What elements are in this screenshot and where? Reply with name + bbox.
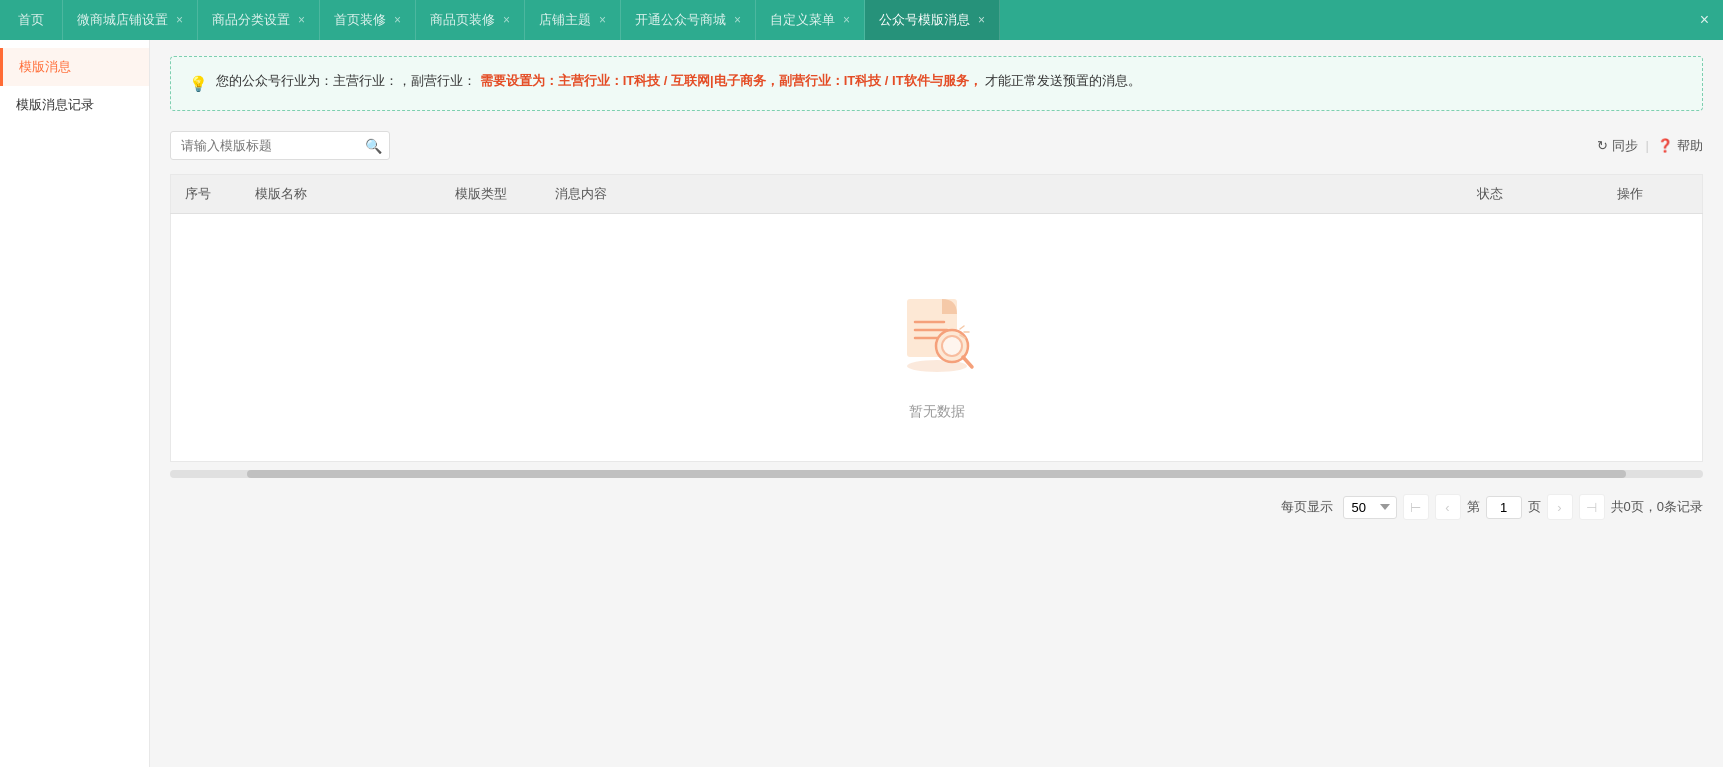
data-table: 序号 模版名称 模版类型 消息内容 状态 操作: [170, 174, 1703, 462]
col-header-index: 序号: [171, 175, 241, 214]
empty-icon-wrap: [171, 274, 1702, 387]
close-icon[interactable]: ×: [394, 13, 401, 27]
first-page-button[interactable]: ⊢: [1403, 494, 1429, 520]
sync-label: 同步: [1612, 137, 1638, 155]
alert-highlight: 需要设置为：主营行业：IT科技 / 互联网|电子商务，副营行业：IT科技 / I…: [480, 73, 982, 88]
help-icon: ❓: [1657, 138, 1673, 153]
close-icon[interactable]: ×: [978, 13, 985, 27]
nav-tab-category[interactable]: 商品分类设置 ×: [198, 0, 320, 40]
empty-text: 暂无数据: [171, 403, 1702, 421]
nav-tab-custom-menu-label: 自定义菜单: [770, 11, 835, 29]
col-header-name: 模版名称: [241, 175, 441, 214]
nav-tab-open-mall-label: 开通公众号商城: [635, 11, 726, 29]
nav-tab-theme[interactable]: 店铺主题 ×: [525, 0, 621, 40]
pagination-summary: 共0页，0条记录: [1611, 498, 1703, 516]
sync-button[interactable]: ↻ 同步: [1597, 137, 1638, 155]
page-number-input[interactable]: [1486, 496, 1522, 519]
nav-tab-custom-menu[interactable]: 自定义菜单 ×: [756, 0, 865, 40]
prev-page-button[interactable]: ‹: [1435, 494, 1461, 520]
table-header-row: 序号 模版名称 模版类型 消息内容 状态 操作: [171, 175, 1703, 214]
top-nav-bar: 首页 微商城店铺设置 × 商品分类设置 × 首页装修 × 商品页装修 × 店铺主…: [0, 0, 1723, 40]
empty-illustration: [882, 274, 992, 384]
sidebar-item-template-msg[interactable]: 模版消息: [0, 48, 149, 86]
nav-tab-home-decor[interactable]: 首页装修 ×: [320, 0, 416, 40]
help-label: 帮助: [1677, 137, 1703, 155]
col-header-type: 模版类型: [441, 175, 541, 214]
scrollbar-thumb[interactable]: [247, 470, 1627, 478]
svg-line-7: [960, 326, 964, 329]
horizontal-scrollbar[interactable]: [170, 470, 1703, 478]
main-layout: 模版消息 模版消息记录 💡 您的公众号行业为：主营行业：，副营行业： 需要设置为…: [0, 40, 1723, 767]
close-icon[interactable]: ×: [503, 13, 510, 27]
pagination-row: 每页显示 50 20 100 ⊢ ‹ 第 页 › ⊣ 共0页，0条记录: [170, 486, 1703, 528]
page-label: 第: [1467, 498, 1480, 516]
col-header-content: 消息内容: [541, 175, 1463, 214]
content-area: 💡 您的公众号行业为：主营行业：，副营行业： 需要设置为：主营行业：IT科技 /…: [150, 40, 1723, 767]
per-page-select[interactable]: 50 20 100: [1343, 496, 1397, 519]
search-icon[interactable]: 🔍: [365, 138, 382, 154]
sync-icon: ↻: [1597, 138, 1608, 153]
search-row: 🔍 ↻ 同步 | ❓ 帮助: [170, 131, 1703, 160]
page-unit: 页: [1528, 498, 1541, 516]
alert-suffix: 才能正常发送预置的消息。: [985, 73, 1141, 88]
close-icon[interactable]: ×: [176, 13, 183, 27]
alert-prefix: 您的公众号行业为：主营行业：，副营行业：: [216, 73, 476, 88]
close-icon[interactable]: ×: [734, 13, 741, 27]
divider: |: [1646, 138, 1649, 153]
search-input-wrap: 🔍: [170, 131, 390, 160]
close-all-icon: ×: [1700, 11, 1709, 29]
toolbar-right: ↻ 同步 | ❓ 帮助: [1597, 137, 1703, 155]
alert-text: 您的公众号行业为：主营行业：，副营行业： 需要设置为：主营行业：IT科技 / 互…: [216, 71, 1141, 92]
per-page-label: 每页显示: [1281, 498, 1333, 516]
col-header-status: 状态: [1463, 175, 1603, 214]
nav-tab-category-label: 商品分类设置: [212, 11, 290, 29]
close-icon[interactable]: ×: [599, 13, 606, 27]
nav-tab-home-label: 首页: [18, 11, 44, 29]
nav-tab-product-decor[interactable]: 商品页装修 ×: [416, 0, 525, 40]
nav-tab-home[interactable]: 首页: [0, 0, 63, 40]
nav-tab-open-mall[interactable]: 开通公众号商城 ×: [621, 0, 756, 40]
sidebar-item-template-msg-label: 模版消息: [19, 59, 71, 74]
alert-box: 💡 您的公众号行业为：主营行业：，副营行业： 需要设置为：主营行业：IT科技 /…: [170, 56, 1703, 111]
svg-point-5: [942, 336, 962, 356]
sidebar: 模版消息 模版消息记录: [0, 40, 150, 767]
nav-tab-template-msg[interactable]: 公众号模版消息 ×: [865, 0, 1000, 40]
col-header-action: 操作: [1603, 175, 1703, 214]
close-all-button[interactable]: ×: [1686, 0, 1723, 40]
nav-tab-shop-settings-label: 微商城店铺设置: [77, 11, 168, 29]
bulb-icon: 💡: [189, 72, 208, 96]
nav-tab-theme-label: 店铺主题: [539, 11, 591, 29]
nav-tab-shop-settings[interactable]: 微商城店铺设置 ×: [63, 0, 198, 40]
last-page-button[interactable]: ⊣: [1579, 494, 1605, 520]
close-icon[interactable]: ×: [298, 13, 305, 27]
nav-tab-template-msg-label: 公众号模版消息: [879, 11, 970, 29]
nav-tab-home-decor-label: 首页装修: [334, 11, 386, 29]
next-page-button[interactable]: ›: [1547, 494, 1573, 520]
sidebar-item-template-msg-log[interactable]: 模版消息记录: [0, 86, 149, 124]
sidebar-item-template-msg-log-label: 模版消息记录: [16, 97, 94, 112]
empty-state: 暂无数据: [171, 214, 1702, 461]
close-icon[interactable]: ×: [843, 13, 850, 27]
help-button[interactable]: ❓ 帮助: [1657, 137, 1703, 155]
search-input[interactable]: [170, 131, 390, 160]
nav-tab-product-decor-label: 商品页装修: [430, 11, 495, 29]
